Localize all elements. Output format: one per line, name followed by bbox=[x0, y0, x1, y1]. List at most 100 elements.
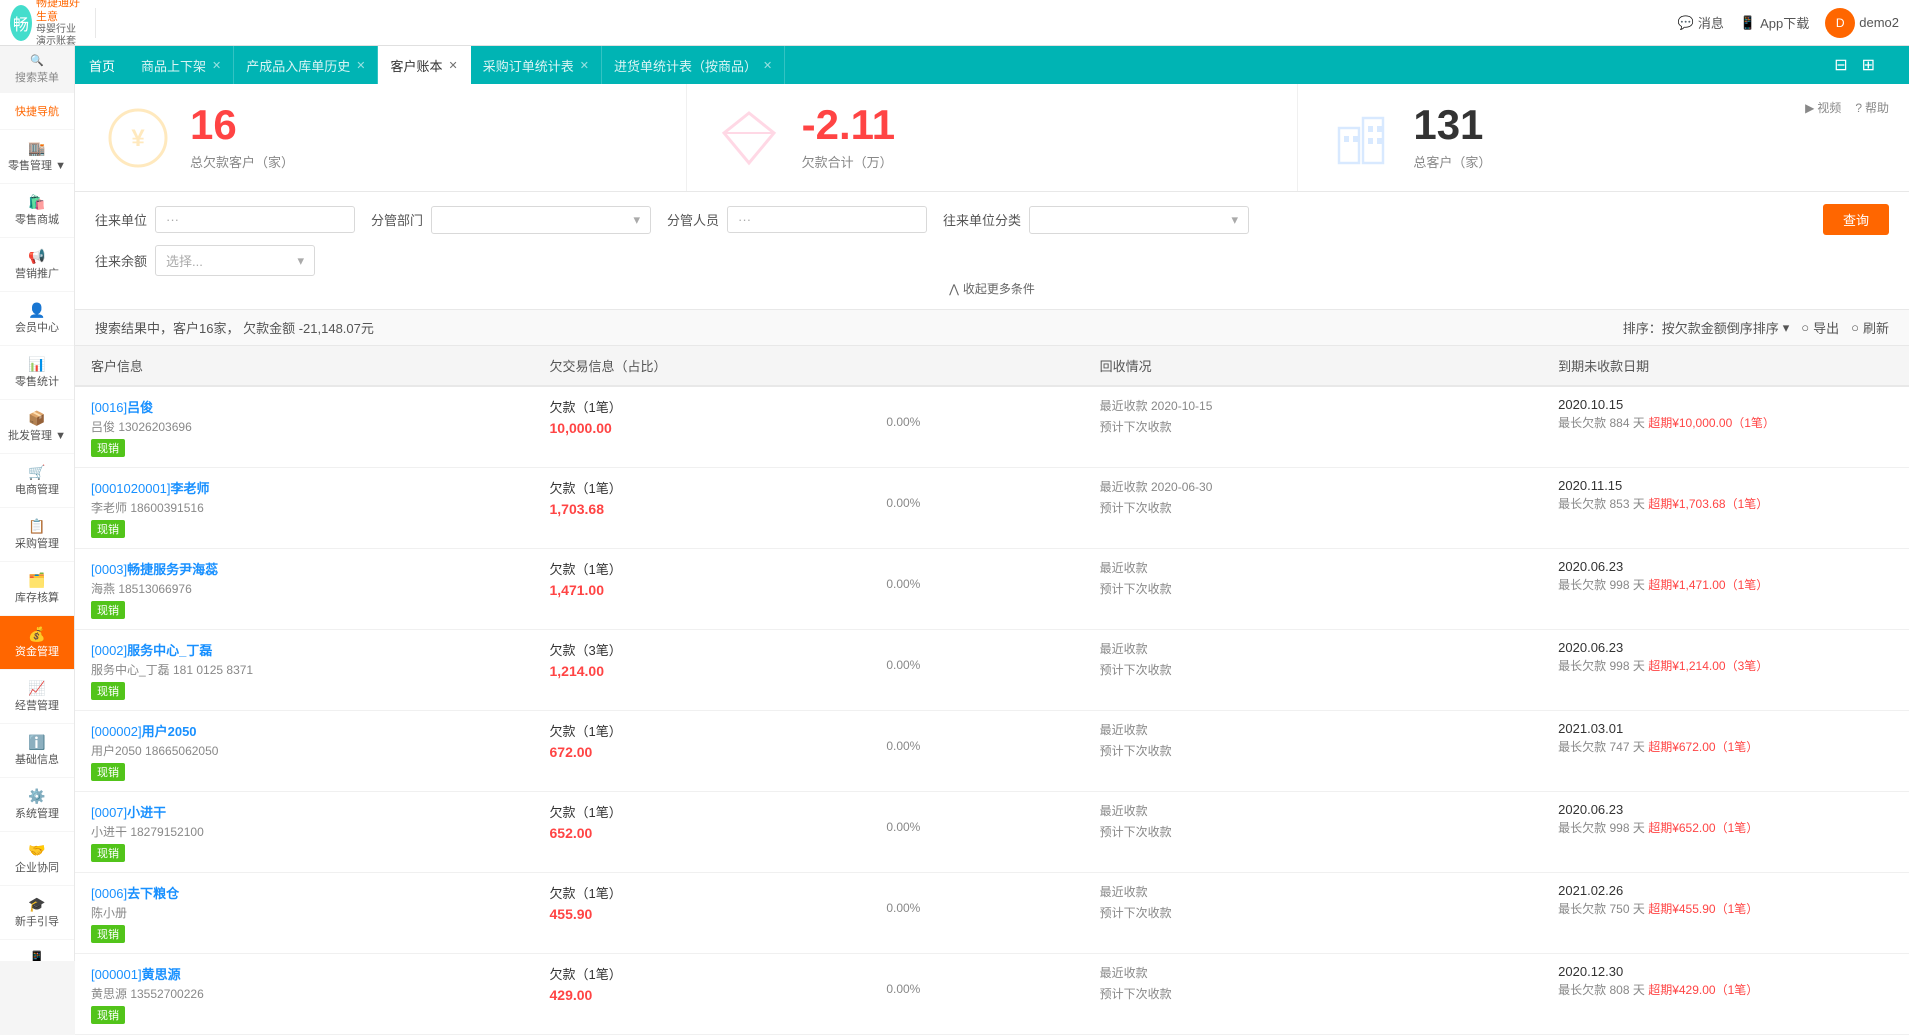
customer-name-link[interactable]: [0007]小进干 bbox=[91, 805, 166, 820]
tab-close-product-online[interactable]: ✕ bbox=[212, 59, 221, 72]
sidebar-search[interactable]: 🔍 搜索菜单 bbox=[0, 46, 74, 93]
app-icon: 📱 bbox=[1740, 15, 1756, 31]
tab-home[interactable]: 首页 bbox=[75, 46, 129, 84]
overdue-link[interactable]: 超期¥429.00（1笔） bbox=[1648, 983, 1758, 997]
overdue-link[interactable]: 超期¥1,703.68（1笔） bbox=[1648, 497, 1768, 511]
sidebar-item-retail-mall[interactable]: 🛍️ 零售商城 bbox=[0, 184, 74, 238]
table-row: [000002]用户2050 用户2050 18665062050 现销 欠款（… bbox=[75, 711, 1909, 792]
sidebar-item-purchase[interactable]: 📋 采购管理 bbox=[0, 508, 74, 562]
cell-customer-1: [0001020001]李老师 李老师 18600391516 现销 bbox=[75, 468, 534, 549]
member-icon: 👤 bbox=[4, 302, 70, 319]
tab-maximize-btn[interactable]: ⊞ bbox=[1858, 55, 1879, 75]
from-unit-label: 往来单位 bbox=[95, 210, 147, 229]
cell-debt-4: 欠款（1笔） 672.00 bbox=[534, 711, 871, 792]
app-center-icon: 📱 bbox=[4, 950, 70, 961]
tab-goods-stats[interactable]: 进货单统计表（按商品） ✕ bbox=[602, 46, 785, 84]
debt-ratio: 0.00% bbox=[886, 901, 1067, 915]
tab-close-goods-stats[interactable]: ✕ bbox=[763, 59, 772, 72]
sidebar-item-newbie[interactable]: 🎓 新手引导 bbox=[0, 886, 74, 940]
sidebar-item-marketing[interactable]: 📢 营销推广 bbox=[0, 238, 74, 292]
cell-debt-0: 欠款（1笔） 10,000.00 bbox=[534, 386, 871, 468]
sort-arrow-icon: ▾ bbox=[1783, 320, 1790, 336]
tab-minimize-btn[interactable]: ⊟ bbox=[1830, 55, 1851, 75]
query-button[interactable]: 查询 bbox=[1823, 204, 1889, 235]
sidebar-item-operations[interactable]: 📈 经营管理 bbox=[0, 670, 74, 724]
cell-customer-0: [0016]吕俊 吕俊 13026203696 现销 bbox=[75, 386, 534, 468]
unit-category-select[interactable]: ▾ bbox=[1029, 206, 1249, 234]
sidebar-item-batch-mgmt[interactable]: 📦 批发管理 ▼ bbox=[0, 400, 74, 454]
unit-category-label: 往来单位分类 bbox=[943, 210, 1021, 229]
card-yen-icon: ¥ bbox=[105, 105, 170, 170]
tab-close-purchase-stats[interactable]: ✕ bbox=[580, 59, 589, 72]
sidebar-item-inventory[interactable]: 🗂️ 库存核算 bbox=[0, 562, 74, 616]
tab-customer-account[interactable]: 客户账本 ✕ bbox=[378, 46, 470, 84]
overdue-link[interactable]: 超期¥1,471.00（1笔） bbox=[1648, 578, 1768, 592]
sidebar-item-finance[interactable]: 💰 资金管理 bbox=[0, 616, 74, 670]
balance-select[interactable]: 选择... ▾ bbox=[155, 245, 315, 276]
overdue-link[interactable]: 超期¥672.00（1笔） bbox=[1648, 740, 1758, 754]
sidebar-item-retail-mgmt[interactable]: 🏬 零售管理 ▼ bbox=[0, 130, 74, 184]
tab-purchase-stats[interactable]: 采购订单统计表 ✕ bbox=[471, 46, 602, 84]
filter-from-unit: 往来单位 ··· bbox=[95, 206, 355, 233]
tab-close-product-history[interactable]: ✕ bbox=[356, 59, 365, 72]
tab-close-customer-account[interactable]: ✕ bbox=[449, 59, 458, 72]
help-btn[interactable]: ? 帮助 bbox=[1855, 99, 1889, 116]
manager-input[interactable]: ··· bbox=[727, 206, 927, 233]
top-bar: 畅 畅捷通好生意 母婴行业演示账套 💬 消息 📱 App下载 D demo2 bbox=[0, 0, 1909, 46]
export-btn[interactable]: ○ 导出 bbox=[1801, 318, 1839, 337]
sidebar-item-enterprise[interactable]: 🤝 企业协同 bbox=[0, 832, 74, 886]
debt-count: 欠款（3笔） bbox=[550, 640, 855, 659]
table-row: [0001020001]李老师 李老师 18600391516 现销 欠款（1笔… bbox=[75, 468, 1909, 549]
customer-name-link[interactable]: [000001]黄思源 bbox=[91, 967, 181, 982]
cell-payment-3: 最近收款 预计下次收款 bbox=[1084, 630, 1543, 711]
customer-sub: 陈小册 bbox=[91, 904, 518, 921]
balance-arrow: ▾ bbox=[297, 253, 304, 269]
enterprise-icon: 🤝 bbox=[4, 842, 70, 859]
dept-select[interactable]: ▾ bbox=[431, 206, 651, 234]
customer-sub: 海燕 18513066976 bbox=[91, 580, 518, 597]
sidebar-item-member[interactable]: 👤 会员中心 bbox=[0, 292, 74, 346]
cell-payment-5: 最近收款 预计下次收款 bbox=[1084, 792, 1543, 873]
user-profile[interactable]: D demo2 bbox=[1825, 8, 1899, 38]
cell-ratio-6: 0.00% bbox=[870, 873, 1083, 954]
customer-name-link[interactable]: [0002]服务中心_丁磊 bbox=[91, 643, 212, 658]
customer-name-link[interactable]: [0016]吕俊 bbox=[91, 400, 153, 415]
tab-product-history[interactable]: 产成品入库单历史 ✕ bbox=[234, 46, 378, 84]
sidebar-item-app-center[interactable]: 📱 应用中心 bbox=[0, 940, 74, 961]
from-unit-input[interactable]: ··· bbox=[155, 206, 355, 233]
expire-days: 最长欠款 747 天 超期¥672.00（1笔） bbox=[1558, 738, 1893, 755]
overdue-link[interactable]: 超期¥10,000.00（1笔） bbox=[1648, 416, 1775, 430]
customer-name-link[interactable]: [000002]用户2050 bbox=[91, 724, 197, 739]
tab-product-online[interactable]: 商品上下架 ✕ bbox=[129, 46, 234, 84]
debt-amount: 1,214.00 bbox=[550, 663, 855, 679]
cell-payment-2: 最近收款 预计下次收款 bbox=[1084, 549, 1543, 630]
customer-name-link[interactable]: [0001020001]李老师 bbox=[91, 481, 210, 496]
overdue-link[interactable]: 超期¥652.00（1笔） bbox=[1648, 821, 1758, 835]
customer-badge: 现销 bbox=[91, 601, 125, 619]
video-btn[interactable]: ▶ 视频 bbox=[1805, 99, 1841, 116]
customer-badge: 现销 bbox=[91, 763, 125, 781]
cell-customer-7: [000001]黄思源 黄思源 13552700226 现销 bbox=[75, 954, 534, 1035]
next-payment: 预计下次收款 bbox=[1100, 904, 1527, 921]
ecommerce-icon: 🛒 bbox=[4, 464, 70, 481]
sidebar-item-quick-nav[interactable]: 快捷导航 bbox=[0, 93, 74, 130]
customer-name-link[interactable]: [0003]畅捷服务尹海蕊 bbox=[91, 562, 218, 577]
customer-name-link[interactable]: [0006]去下粮仓 bbox=[91, 886, 179, 901]
col-expire-date: 到期未收款日期 bbox=[1542, 346, 1909, 386]
sidebar-item-ecommerce[interactable]: 🛒 电商管理 bbox=[0, 454, 74, 508]
refresh-btn[interactable]: ○ 刷新 bbox=[1851, 318, 1889, 337]
debt-count: 欠款（1笔） bbox=[550, 397, 855, 416]
app-download-btn[interactable]: 📱 App下载 bbox=[1740, 13, 1809, 32]
table-row: [000001]黄思源 黄思源 13552700226 现销 欠款（1笔） 42… bbox=[75, 954, 1909, 1035]
sidebar-item-retail-stats[interactable]: 📊 零售统计 bbox=[0, 346, 74, 400]
overdue-link[interactable]: 超期¥455.90（1笔） bbox=[1648, 902, 1758, 916]
sidebar-item-basic-info[interactable]: ℹ️ 基础信息 bbox=[0, 724, 74, 778]
overdue-link[interactable]: 超期¥1,214.00（3笔） bbox=[1648, 659, 1768, 673]
cell-debt-7: 欠款（1笔） 429.00 bbox=[534, 954, 871, 1035]
message-btn[interactable]: 💬 消息 bbox=[1678, 13, 1724, 32]
sort-btn[interactable]: 排序：按欠款金额倒序排序 ▾ bbox=[1623, 318, 1790, 337]
sidebar-item-system[interactable]: ⚙️ 系统管理 bbox=[0, 778, 74, 832]
card-debt-amount-info: -2.11 欠款合计（万） bbox=[802, 104, 895, 171]
cell-debt-1: 欠款（1笔） 1,703.68 bbox=[534, 468, 871, 549]
collapse-btn[interactable]: ⋀ 收起更多条件 bbox=[95, 280, 1889, 297]
